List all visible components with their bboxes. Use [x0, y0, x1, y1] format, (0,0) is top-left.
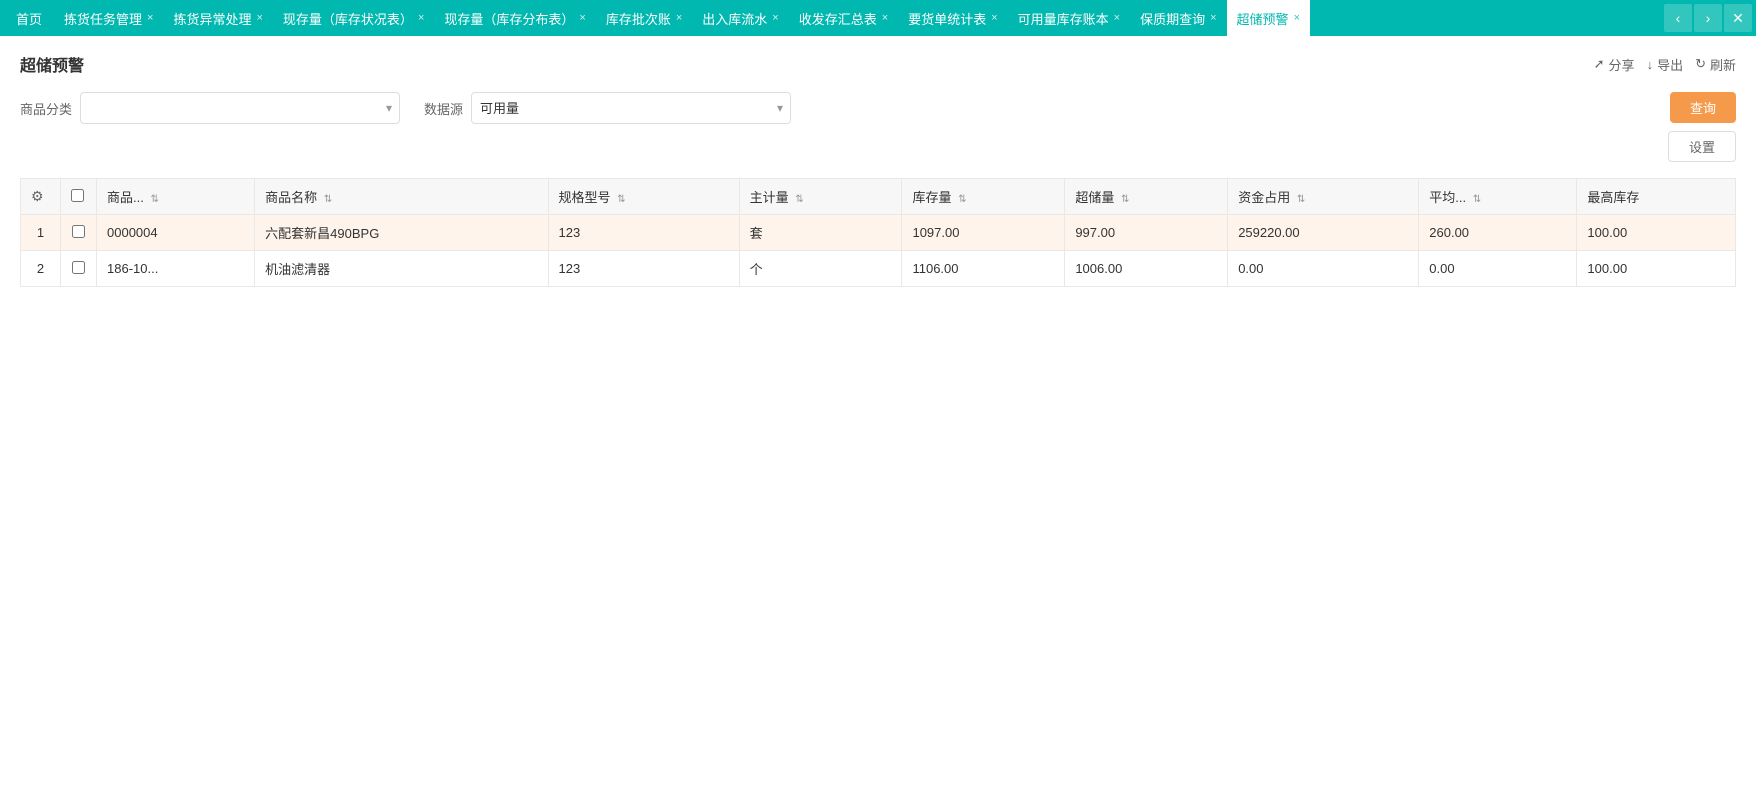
- datasource-label: 数据源: [424, 99, 463, 118]
- select-all-checkbox[interactable]: [71, 189, 84, 202]
- tab-11-close[interactable]: ×: [1294, 12, 1300, 24]
- cell-name: 六配套新昌490BPG: [255, 215, 548, 251]
- category-select-wrapper: ▾: [80, 92, 400, 124]
- nav-home[interactable]: 首页: [4, 9, 54, 28]
- tab-8-close[interactable]: ×: [991, 12, 997, 24]
- tab-2[interactable]: 拣货异常处理 ×: [163, 0, 272, 36]
- tab-4[interactable]: 现存量（库存分布表） ×: [434, 0, 595, 36]
- filter-datasource: 数据源 可用量 库存量 ▾: [424, 92, 791, 124]
- col-header-over[interactable]: 超储量 ⇅: [1065, 179, 1228, 215]
- topbar: 首页 拣货任务管理 × 拣货异常处理 × 现存量（库存状况表） × 现存量（库存…: [0, 0, 1756, 36]
- topbar-nav: ‹ › ✕: [1664, 4, 1752, 32]
- filter-actions: 查询 设置: [1668, 92, 1736, 162]
- cell-stock: 1097.00: [902, 215, 1065, 251]
- table-header-row: ⚙ 商品... ⇅ 商品名称 ⇅ 规格型号 ⇅ 主计量: [21, 179, 1736, 215]
- cell-max: 100.00: [1577, 215, 1736, 251]
- cell-over: 1006.00: [1065, 251, 1228, 287]
- cell-num: 1: [21, 215, 61, 251]
- filter-category: 商品分类 ▾: [20, 92, 400, 124]
- col-header-check: [61, 179, 97, 215]
- cell-spec: 123: [548, 251, 739, 287]
- refresh-button[interactable]: ↻ 刷新: [1695, 55, 1736, 74]
- page-title: 超储预警: [20, 52, 84, 76]
- sort-unit-icon: ⇅: [795, 194, 803, 205]
- query-button[interactable]: 查询: [1670, 92, 1736, 123]
- row-checkbox-1[interactable]: [72, 261, 85, 274]
- table-row: 2 186-10... 机油滤清器 123 个 1106.00 1006.00 …: [21, 251, 1736, 287]
- col-header-stock[interactable]: 库存量 ⇅: [902, 179, 1065, 215]
- cell-capital: 0.00: [1228, 251, 1419, 287]
- col-header-settings: ⚙: [21, 179, 61, 215]
- setting-button[interactable]: 设置: [1668, 131, 1736, 162]
- col-header-name[interactable]: 商品名称 ⇅: [255, 179, 548, 215]
- cell-capital: 259220.00: [1228, 215, 1419, 251]
- col-header-unit[interactable]: 主计量 ⇅: [739, 179, 902, 215]
- cell-unit: 套: [739, 215, 902, 251]
- col-header-max[interactable]: 最高库存: [1577, 179, 1736, 215]
- datasource-select[interactable]: 可用量 库存量: [471, 92, 791, 124]
- cell-spec: 123: [548, 215, 739, 251]
- cell-max: 100.00: [1577, 251, 1736, 287]
- sort-name-icon: ⇅: [324, 194, 332, 205]
- sort-stock-icon: ⇅: [958, 194, 966, 205]
- cell-avg: 260.00: [1419, 215, 1577, 251]
- tab-3-close[interactable]: ×: [418, 12, 424, 24]
- tab-10[interactable]: 保质期查询 ×: [1130, 0, 1226, 36]
- tab-3[interactable]: 现存量（库存状况表） ×: [273, 0, 434, 36]
- tab-2-close[interactable]: ×: [256, 12, 262, 24]
- data-table: ⚙ 商品... ⇅ 商品名称 ⇅ 规格型号 ⇅ 主计量: [20, 178, 1736, 287]
- sort-spec-icon: ⇅: [617, 194, 625, 205]
- cell-unit: 个: [739, 251, 902, 287]
- tab-6[interactable]: 出入库流水 ×: [692, 0, 788, 36]
- col-header-avg[interactable]: 平均... ⇅: [1419, 179, 1577, 215]
- col-header-capital[interactable]: 资金占用 ⇅: [1228, 179, 1419, 215]
- cell-avg: 0.00: [1419, 251, 1577, 287]
- sort-avg-icon: ⇅: [1473, 194, 1481, 205]
- tab-4-close[interactable]: ×: [579, 12, 585, 24]
- tab-8[interactable]: 要货单统计表 ×: [898, 0, 1007, 36]
- tab-5[interactable]: 库存批次账 ×: [596, 0, 692, 36]
- table-row: 1 0000004 六配套新昌490BPG 123 套 1097.00 997.…: [21, 215, 1736, 251]
- category-select[interactable]: [80, 92, 400, 124]
- tab-9[interactable]: 可用量库存账本 ×: [1008, 0, 1130, 36]
- row-checkbox-0[interactable]: [72, 225, 85, 238]
- cell-num: 2: [21, 251, 61, 287]
- tab-7[interactable]: 收发存汇总表 ×: [789, 0, 898, 36]
- sort-over-icon: ⇅: [1121, 194, 1129, 205]
- export-button[interactable]: ↓ 导出: [1647, 55, 1684, 74]
- cell-code: 186-10...: [97, 251, 255, 287]
- datasource-select-wrapper: 可用量 库存量 ▾: [471, 92, 791, 124]
- tab-7-close[interactable]: ×: [882, 12, 888, 24]
- cell-check: [61, 251, 97, 287]
- nav-prev-btn[interactable]: ‹: [1664, 4, 1692, 32]
- tab-11[interactable]: 超储预警 ×: [1227, 0, 1310, 36]
- share-button[interactable]: ➚ 分享: [1594, 55, 1635, 74]
- tab-10-close[interactable]: ×: [1210, 12, 1216, 24]
- refresh-icon: ↻: [1695, 56, 1706, 72]
- sort-capital-icon: ⇅: [1297, 194, 1305, 205]
- cell-name: 机油滤清器: [255, 251, 548, 287]
- page-content: 超储预警 ➚ 分享 ↓ 导出 ↻ 刷新 商品分类: [0, 36, 1756, 800]
- nav-next-btn[interactable]: ›: [1694, 4, 1722, 32]
- cell-code: 0000004: [97, 215, 255, 251]
- tab-1-close[interactable]: ×: [147, 12, 153, 24]
- category-label: 商品分类: [20, 99, 72, 118]
- tab-6-close[interactable]: ×: [772, 12, 778, 24]
- sort-code-icon: ⇅: [150, 194, 158, 205]
- cell-check: [61, 215, 97, 251]
- tab-9-close[interactable]: ×: [1114, 12, 1120, 24]
- header-actions: ➚ 分享 ↓ 导出 ↻ 刷新: [1594, 55, 1736, 74]
- cell-over: 997.00: [1065, 215, 1228, 251]
- tab-1[interactable]: 拣货任务管理 ×: [54, 0, 163, 36]
- cell-stock: 1106.00: [902, 251, 1065, 287]
- settings-icon[interactable]: ⚙: [31, 188, 44, 204]
- col-header-code[interactable]: 商品... ⇅: [97, 179, 255, 215]
- export-icon: ↓: [1647, 57, 1654, 72]
- share-icon: ➚: [1594, 56, 1605, 72]
- page-header: 超储预警 ➚ 分享 ↓ 导出 ↻ 刷新: [20, 52, 1736, 76]
- tab-5-close[interactable]: ×: [676, 12, 682, 24]
- nav-close-btn[interactable]: ✕: [1724, 4, 1752, 32]
- col-header-spec[interactable]: 规格型号 ⇅: [548, 179, 739, 215]
